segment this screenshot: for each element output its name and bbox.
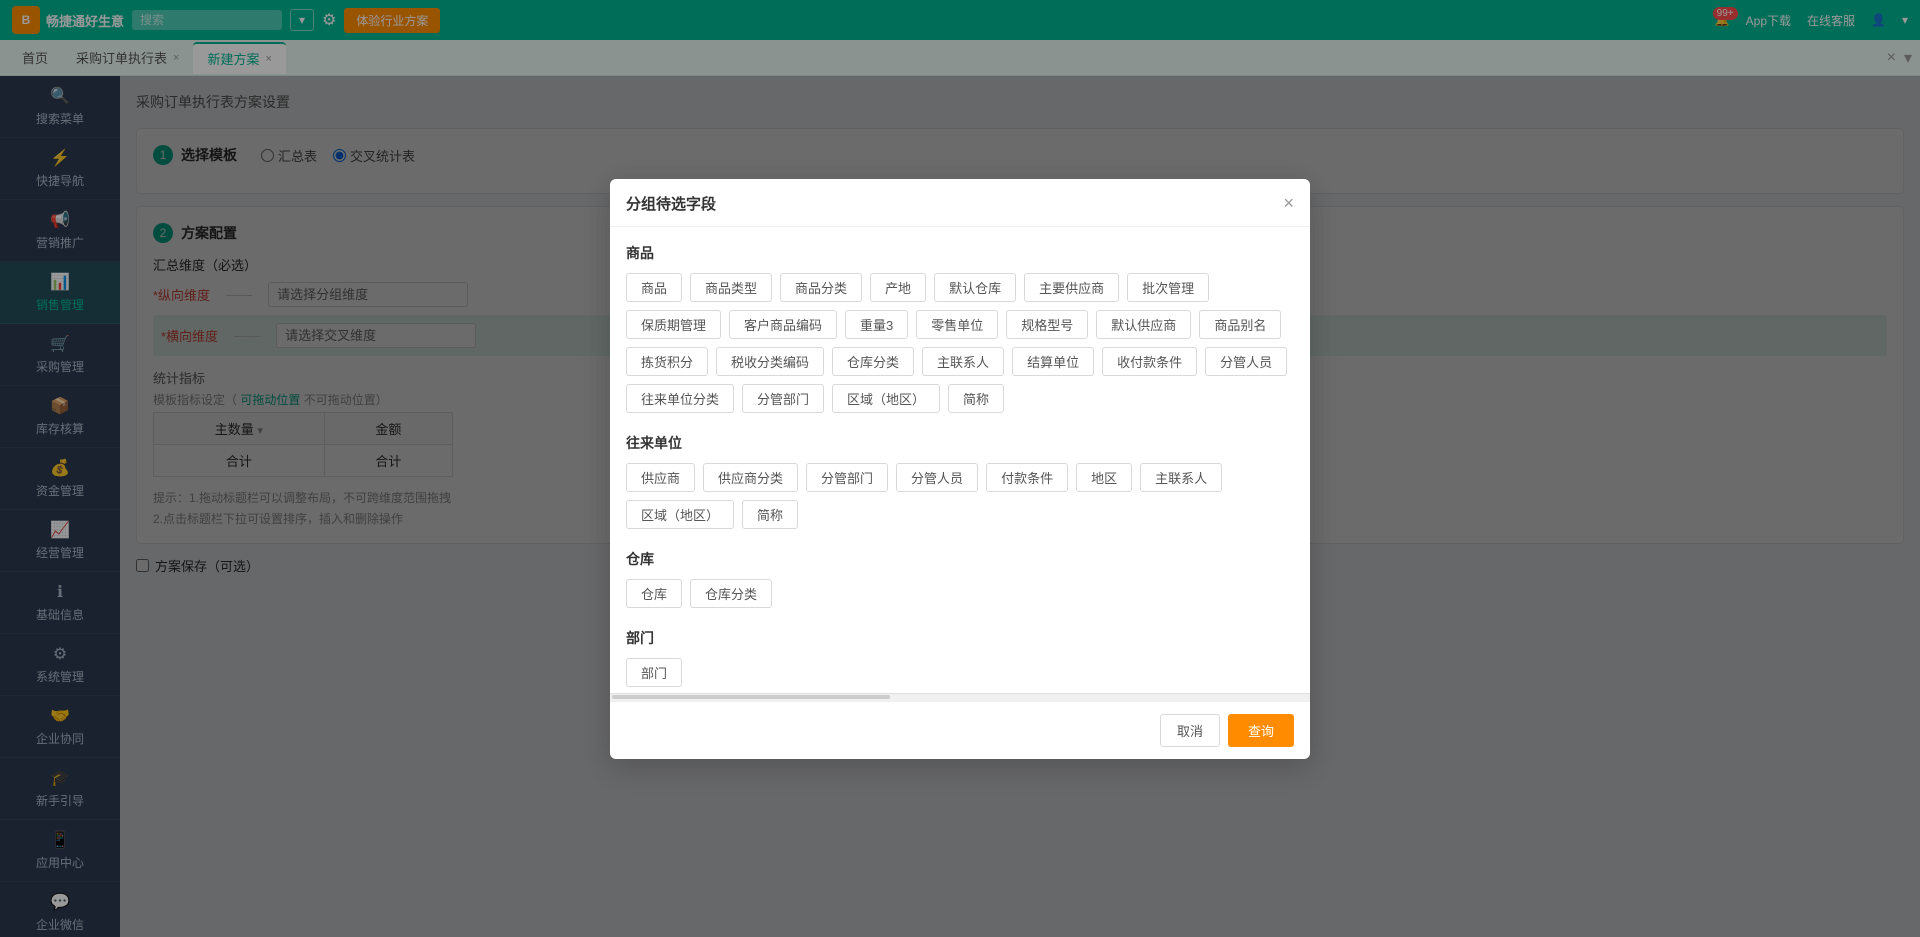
field-tag[interactable]: 分管人员: [1205, 347, 1287, 376]
field-tag[interactable]: 产地: [870, 273, 926, 302]
field-group-dept: 部门 部门: [626, 628, 1294, 687]
modal-cancel-btn[interactable]: 取消: [1160, 714, 1220, 747]
field-select-modal: 分组待选字段 × 商品 商品商品类型商品分类产地默认仓库主要供应商批次管理保质期…: [610, 179, 1310, 759]
field-tag[interactable]: 供应商: [626, 463, 695, 492]
field-tag[interactable]: 仓库分类: [832, 347, 914, 376]
field-group-dept-title: 部门: [626, 628, 1294, 648]
modal-title: 分组待选字段: [626, 193, 716, 214]
field-tag[interactable]: 部门: [626, 658, 682, 687]
hscroll-thumb: [612, 695, 890, 699]
field-tags-warehouse: 仓库仓库分类: [626, 579, 1294, 608]
field-tag[interactable]: 商品别名: [1199, 310, 1281, 339]
field-tag[interactable]: 重量3: [845, 310, 908, 339]
field-tag[interactable]: 仓库分类: [690, 579, 772, 608]
modal-header: 分组待选字段 ×: [610, 179, 1310, 227]
field-tags-dept: 部门: [626, 658, 1294, 687]
field-tag[interactable]: 分管部门: [806, 463, 888, 492]
field-tag[interactable]: 保质期管理: [626, 310, 721, 339]
field-tag[interactable]: 主要供应商: [1024, 273, 1119, 302]
field-tag[interactable]: 默认仓库: [934, 273, 1016, 302]
field-group-goods: 商品 商品商品类型商品分类产地默认仓库主要供应商批次管理保质期管理客户商品编码重…: [626, 243, 1294, 413]
field-tag[interactable]: 税收分类编码: [716, 347, 824, 376]
field-group-warehouse-title: 仓库: [626, 549, 1294, 569]
field-tag[interactable]: 主联系人: [1140, 463, 1222, 492]
modal-hscrollbar[interactable]: [610, 693, 1310, 701]
field-tag[interactable]: 默认供应商: [1096, 310, 1191, 339]
field-tag[interactable]: 客户商品编码: [729, 310, 837, 339]
field-tag[interactable]: 规格型号: [1006, 310, 1088, 339]
field-tag[interactable]: 拣货积分: [626, 347, 708, 376]
modal-backdrop: 分组待选字段 × 商品 商品商品类型商品分类产地默认仓库主要供应商批次管理保质期…: [0, 0, 1920, 937]
field-tag[interactable]: 零售单位: [916, 310, 998, 339]
field-group-warehouse: 仓库 仓库仓库分类: [626, 549, 1294, 608]
field-tag[interactable]: 收付款条件: [1102, 347, 1197, 376]
field-tag[interactable]: 简称: [742, 500, 798, 529]
field-tags-partner: 供应商供应商分类分管部门分管人员付款条件地区主联系人区域（地区） 简称: [626, 463, 1294, 529]
field-tag[interactable]: 供应商分类: [703, 463, 798, 492]
modal-footer: 取消 查询: [610, 701, 1310, 759]
field-tag[interactable]: 分管人员: [896, 463, 978, 492]
field-group-goods-title: 商品: [626, 243, 1294, 263]
field-tag[interactable]: 分管部门: [742, 384, 824, 413]
field-tag[interactable]: 往来单位分类: [626, 384, 734, 413]
modal-confirm-btn[interactable]: 查询: [1228, 714, 1294, 747]
field-tag[interactable]: 商品分类: [780, 273, 862, 302]
modal-body[interactable]: 商品 商品商品类型商品分类产地默认仓库主要供应商批次管理保质期管理客户商品编码重…: [610, 227, 1310, 693]
field-tag[interactable]: 地区: [1076, 463, 1132, 492]
field-group-partner-title: 往来单位: [626, 433, 1294, 453]
field-tag[interactable]: 主联系人: [922, 347, 1004, 376]
field-tag[interactable]: 仓库: [626, 579, 682, 608]
field-tag[interactable]: 商品: [626, 273, 682, 302]
field-tag[interactable]: 简称: [948, 384, 1004, 413]
field-tag[interactable]: 付款条件: [986, 463, 1068, 492]
field-tag[interactable]: 结算单位: [1012, 347, 1094, 376]
field-tags-goods: 商品商品类型商品分类产地默认仓库主要供应商批次管理保质期管理客户商品编码重量3 零…: [626, 273, 1294, 413]
field-tag[interactable]: 区域（地区）: [832, 384, 940, 413]
field-tag[interactable]: 批次管理: [1127, 273, 1209, 302]
field-tag[interactable]: 商品类型: [690, 273, 772, 302]
field-group-partner: 往来单位 供应商供应商分类分管部门分管人员付款条件地区主联系人区域（地区） 简称: [626, 433, 1294, 529]
field-tag[interactable]: 区域（地区）: [626, 500, 734, 529]
modal-close-btn[interactable]: ×: [1283, 194, 1294, 212]
